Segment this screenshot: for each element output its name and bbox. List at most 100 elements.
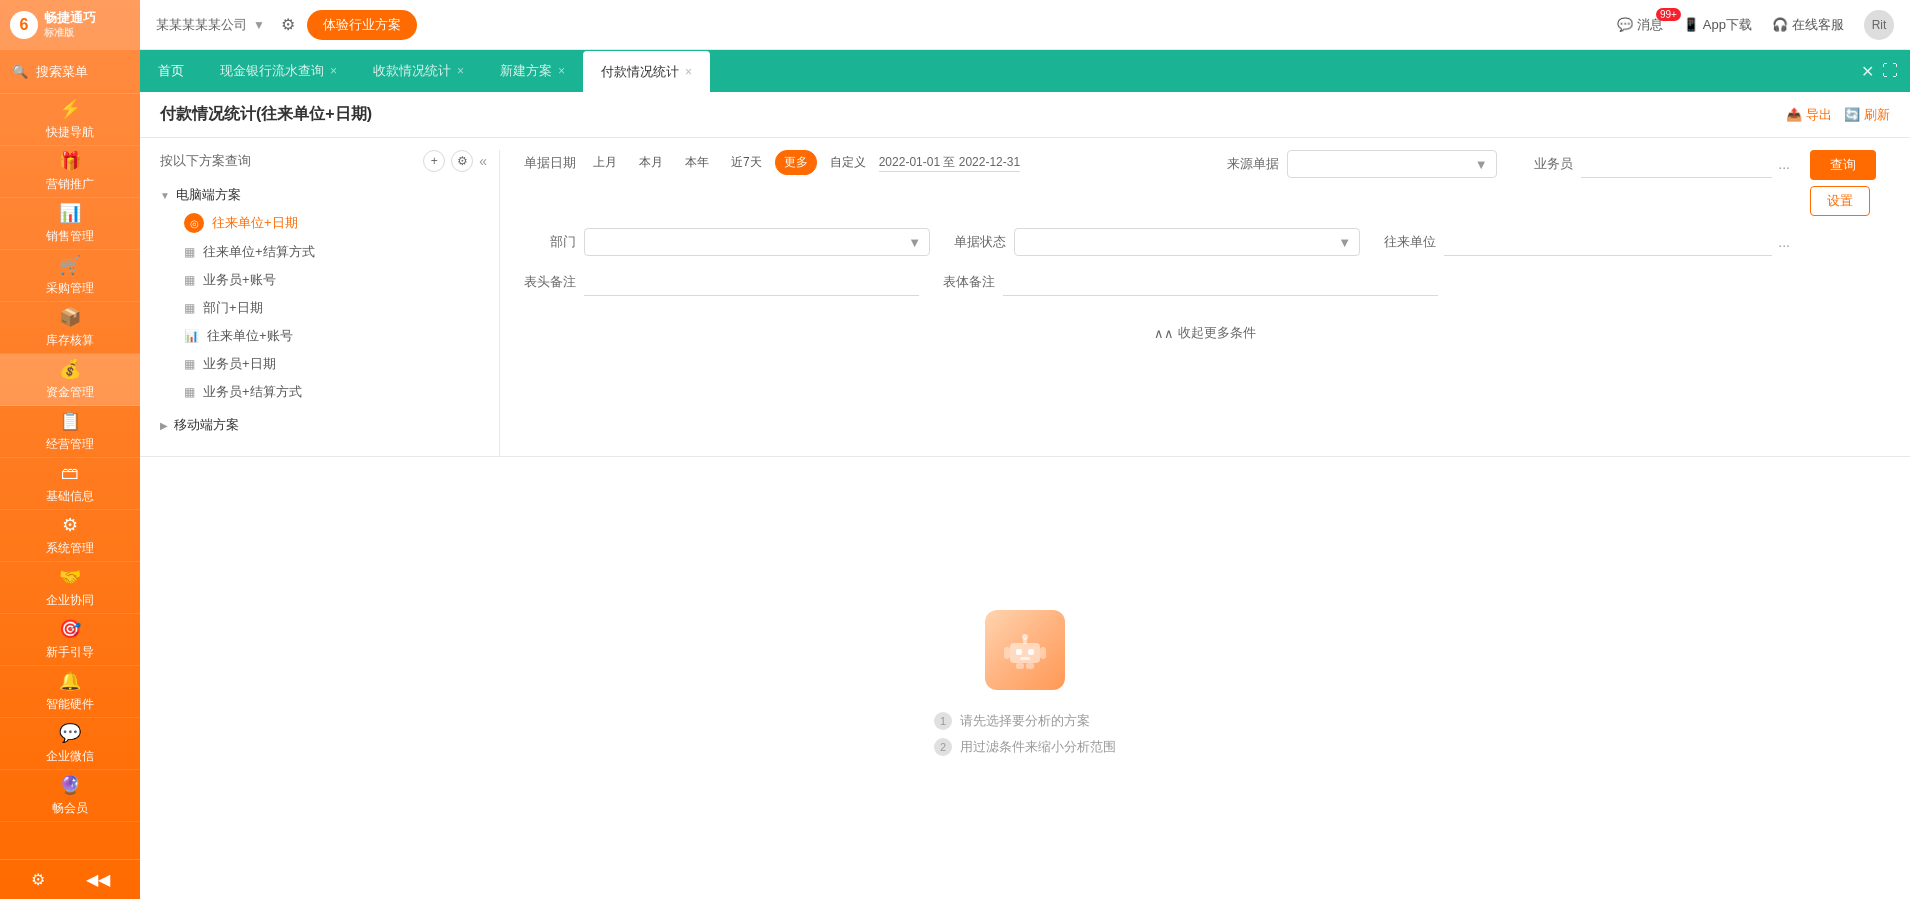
scheme-item-label: 往来单位+结算方式 xyxy=(203,243,315,261)
tab-new-scheme-close[interactable]: × xyxy=(558,64,565,78)
vip-icon: 🔮 xyxy=(59,774,81,796)
sidebar-item-inventory[interactable]: 📦 库存核算 xyxy=(0,302,140,354)
sidebar-search[interactable]: 🔍 搜索菜单 xyxy=(0,50,140,94)
trial-scheme-button[interactable]: 体验行业方案 xyxy=(307,10,417,40)
sidebar-item-guide[interactable]: 🎯 新手引导 xyxy=(0,614,140,666)
scheme-group-mobile-toggle[interactable]: ▶ 移动端方案 xyxy=(160,412,487,438)
sidebar-item-wechat[interactable]: 💬 企业微信 xyxy=(0,718,140,770)
tab-receipt-stats[interactable]: 收款情况统计 × xyxy=(355,50,482,92)
sidebar-item-system[interactable]: ⚙ 系统管理 xyxy=(0,510,140,562)
scheme-panel: 按以下方案查询 + ⚙ « ▼ 电脑端方案 ◎ 往来单位+日期 xyxy=(160,150,500,456)
sidebar-item-hardware[interactable]: 🔔 智能硬件 xyxy=(0,666,140,718)
topbar: 某某某某某公司 ▼ ⚙ 体验行业方案 💬 消息 99+ 📱 App下载 🎧 在线… xyxy=(140,0,1910,50)
settings-scheme-button[interactable]: ⚙ xyxy=(451,150,473,172)
export-button[interactable]: 📤 导出 xyxy=(1786,106,1832,124)
table-header-note-input[interactable] xyxy=(584,268,919,296)
date-btn-custom[interactable]: 自定义 xyxy=(821,150,875,175)
sidebar-item-vip[interactable]: 🔮 畅会员 xyxy=(0,770,140,822)
sales-icon: 📊 xyxy=(59,202,81,224)
date-btn-last-month[interactable]: 上月 xyxy=(584,150,626,175)
quick-nav-icon: ⚡ xyxy=(59,98,81,120)
counterpart-more-btn[interactable]: ... xyxy=(1778,234,1790,250)
date-btn-this-year[interactable]: 本年 xyxy=(676,150,718,175)
collapse-sidebar-icon[interactable]: ◀◀ xyxy=(86,870,110,889)
tab-bank-flow-close[interactable]: × xyxy=(330,64,337,78)
company-name[interactable]: 某某某某某公司 ▼ xyxy=(156,16,265,34)
date-btn-last-7days[interactable]: 近7天 xyxy=(722,150,771,175)
scheme-item-salesperson-date[interactable]: ▦ 业务员+日期 xyxy=(160,350,487,378)
scheme-group-mobile-label: 移动端方案 xyxy=(174,416,239,434)
query-button[interactable]: 查询 xyxy=(1810,150,1876,180)
message-badge: 99+ xyxy=(1656,8,1681,21)
bill-status-select[interactable]: ▼ xyxy=(1014,228,1360,256)
scheme-item-icon: ▦ xyxy=(184,245,195,259)
message-button[interactable]: 💬 消息 99+ xyxy=(1617,16,1663,34)
table-body-note-input[interactable] xyxy=(1003,268,1438,296)
tab-new-scheme[interactable]: 新建方案 × xyxy=(482,50,583,92)
sidebar-item-purchase[interactable]: 🛒 采购管理 xyxy=(0,250,140,302)
salesperson-field: 业务员 ... xyxy=(1517,150,1790,178)
counterpart-input[interactable] xyxy=(1444,228,1772,256)
scheme-item-counterpart-account[interactable]: 📊 往来单位+账号 xyxy=(160,322,487,350)
page-title: 付款情况统计(往来单位+日期) xyxy=(160,104,372,125)
active-scheme-dot: ◎ xyxy=(184,213,204,233)
page-content: 付款情况统计(往来单位+日期) 📤 导出 🔄 刷新 按以下方案查询 + xyxy=(140,92,1910,899)
cooperation-icon: 🤝 xyxy=(59,566,81,588)
svg-rect-7 xyxy=(1040,647,1046,659)
sidebar-item-label: 新手引导 xyxy=(46,644,94,661)
sidebar-item-marketing[interactable]: 🎁 营销推广 xyxy=(0,146,140,198)
date-btn-more[interactable]: 更多 xyxy=(775,150,817,175)
sidebar-item-operations[interactable]: 📋 经营管理 xyxy=(0,406,140,458)
system-icon: ⚙ xyxy=(62,514,78,536)
tab-receipt-stats-close[interactable]: × xyxy=(457,64,464,78)
collapse-scheme-icon[interactable]: « xyxy=(479,153,487,169)
scheme-item-salesperson-account[interactable]: ▦ 业务员+账号 xyxy=(160,266,487,294)
user-avatar[interactable]: Rit xyxy=(1864,10,1894,40)
refresh-button[interactable]: 🔄 刷新 xyxy=(1844,106,1890,124)
sidebar-item-cooperation[interactable]: 🤝 企业协同 xyxy=(0,562,140,614)
app-download-button[interactable]: 📱 App下载 xyxy=(1683,16,1752,34)
source-bill-select[interactable]: ▼ xyxy=(1287,150,1496,178)
scheme-item-label: 部门+日期 xyxy=(203,299,263,317)
collapse-row: ∧∧ 收起更多条件 xyxy=(520,308,1890,358)
add-scheme-button[interactable]: + xyxy=(423,150,445,172)
dept-select[interactable]: ▼ xyxy=(584,228,930,256)
scheme-item-icon: ▦ xyxy=(184,301,195,315)
tab-home[interactable]: 首页 xyxy=(140,50,202,92)
source-bill-dropdown-icon: ▼ xyxy=(1475,157,1488,172)
sidebar-item-label: 营销推广 xyxy=(46,176,94,193)
scheme-item-salesperson-settlement[interactable]: ▦ 业务员+结算方式 xyxy=(160,378,487,406)
hardware-icon: 🔔 xyxy=(59,670,81,692)
topbar-settings-icon[interactable]: ⚙ xyxy=(281,15,295,34)
tab-maximize-icon[interactable]: ⛶ xyxy=(1882,62,1898,80)
date-btn-this-month[interactable]: 本月 xyxy=(630,150,672,175)
settings-bottom-icon[interactable]: ⚙ xyxy=(31,870,45,889)
sidebar-item-basic[interactable]: 🗃 基础信息 xyxy=(0,458,140,510)
scheme-group-pc-toggle[interactable]: ▼ 电脑端方案 xyxy=(160,182,487,208)
main-area: 某某某某某公司 ▼ ⚙ 体验行业方案 💬 消息 99+ 📱 App下载 🎧 在线… xyxy=(140,0,1910,899)
sidebar-item-finance[interactable]: 💰 资金管理 xyxy=(0,354,140,406)
sidebar-item-label: 采购管理 xyxy=(46,280,94,297)
bill-status-label: 单据状态 xyxy=(950,233,1006,251)
scheme-group-mobile: ▶ 移动端方案 xyxy=(160,412,487,438)
dept-dropdown-icon: ▼ xyxy=(908,235,921,250)
salesperson-input[interactable] xyxy=(1581,150,1773,178)
scheme-item-counterpart-date[interactable]: ◎ 往来单位+日期 xyxy=(160,208,487,238)
sidebar-item-quick-nav[interactable]: ⚡ 快捷导航 xyxy=(0,94,140,146)
settings-button[interactable]: 设置 xyxy=(1810,186,1870,216)
source-bill-label: 来源单据 xyxy=(1223,155,1279,173)
scheme-item-counterpart-settlement[interactable]: ▦ 往来单位+结算方式 xyxy=(160,238,487,266)
tab-close-all-icon[interactable]: ✕ xyxy=(1861,62,1874,81)
tab-bank-flow-label: 现金银行流水查询 xyxy=(220,62,324,80)
tab-payment-stats[interactable]: 付款情况统计 × xyxy=(583,51,710,93)
tab-payment-stats-close[interactable]: × xyxy=(685,65,692,79)
scheme-item-label: 业务员+结算方式 xyxy=(203,383,302,401)
salesperson-more-btn[interactable]: ... xyxy=(1778,156,1790,172)
sidebar-logo[interactable]: 6 畅捷通巧 标准版 xyxy=(0,0,140,50)
sidebar-item-sales[interactable]: 📊 销售管理 xyxy=(0,198,140,250)
date-range-value[interactable]: 2022-01-01 至 2022-12-31 xyxy=(879,153,1020,172)
scheme-item-dept-date[interactable]: ▦ 部门+日期 xyxy=(160,294,487,322)
collapse-more-button[interactable]: ∧∧ 收起更多条件 xyxy=(1154,318,1256,348)
online-service-button[interactable]: 🎧 在线客服 xyxy=(1772,16,1844,34)
tab-bank-flow[interactable]: 现金银行流水查询 × xyxy=(202,50,355,92)
